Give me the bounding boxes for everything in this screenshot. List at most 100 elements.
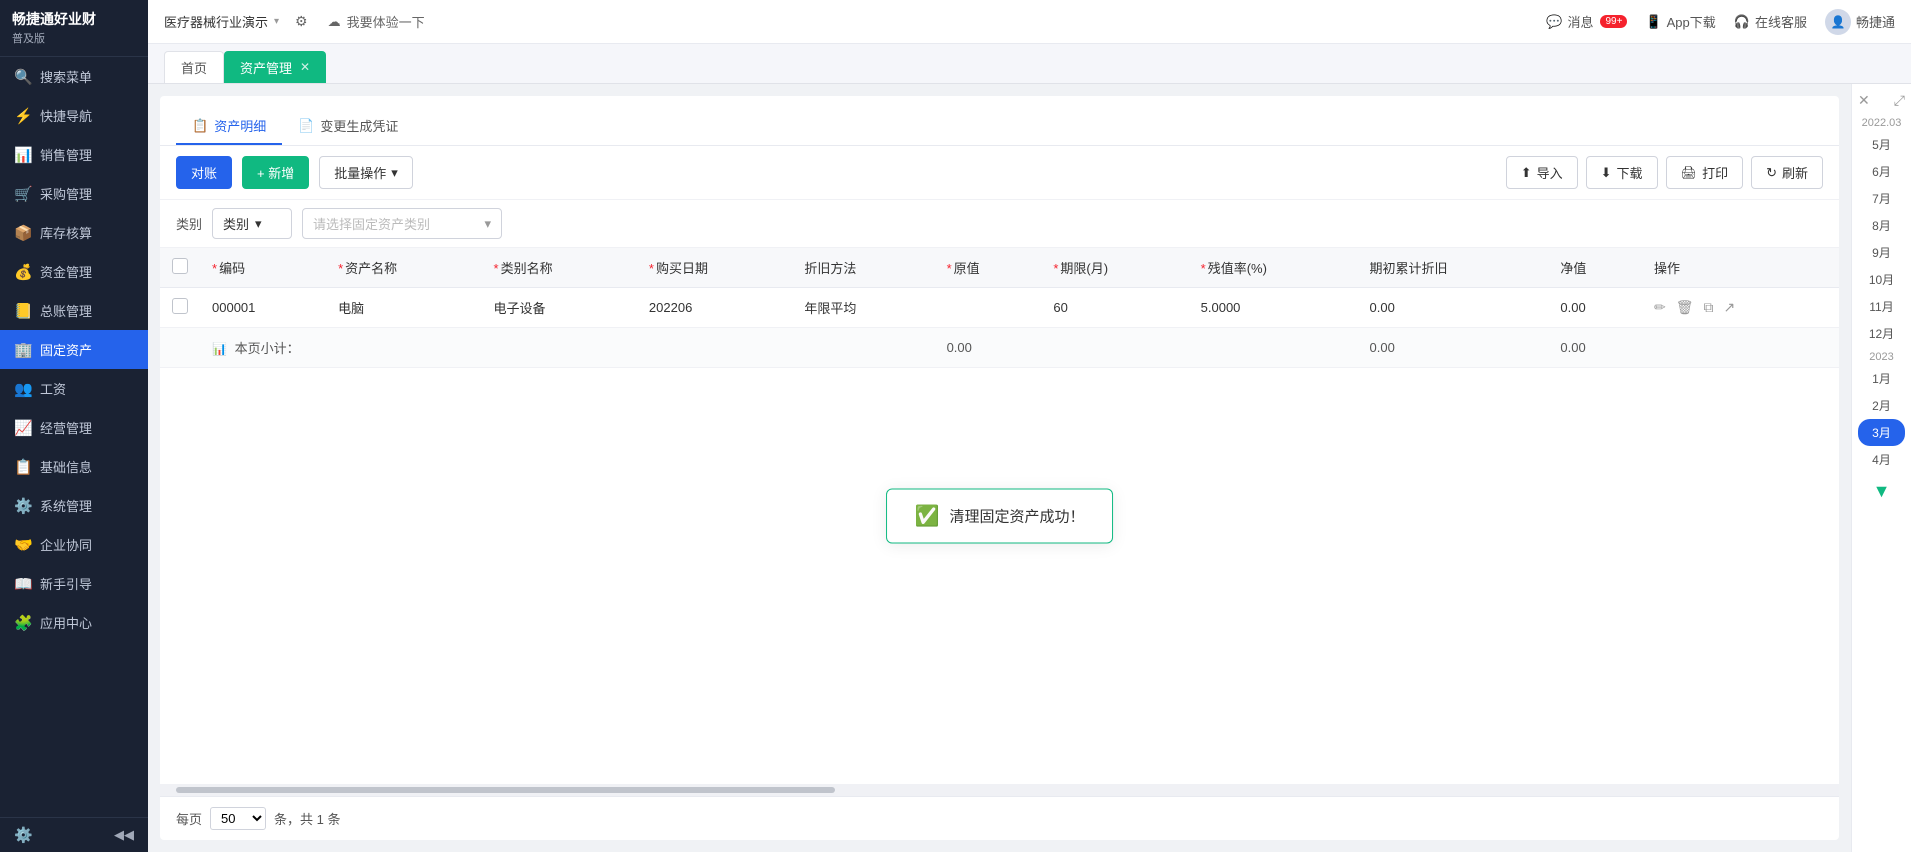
row-purchase-date: 202206 <box>637 288 792 328</box>
row-checkbox-cell[interactable] <box>160 288 200 328</box>
print-button[interactable]: 🖨 打印 <box>1666 156 1744 189</box>
table-hscroll[interactable] <box>160 784 1839 796</box>
month-7[interactable]: 7月 <box>1852 185 1911 212</box>
company-selector[interactable]: 医疗器械行业演示 ▾ <box>164 12 279 31</box>
sidebar-item-guide[interactable]: 📖 新手引导 <box>0 564 148 603</box>
sidebar-bottom: ⚙️ ◀◀ <box>0 817 148 852</box>
voucher-icon: 📄 <box>298 118 314 134</box>
right-sidebar-close-icon[interactable]: ✕ <box>1858 92 1870 109</box>
sidebar-item-inventory[interactable]: 📦 库存核算 <box>0 213 148 252</box>
tab-close-icon[interactable]: ✕ <box>300 60 310 74</box>
month-10[interactable]: 10月 <box>1852 266 1911 293</box>
sidebar-item-payroll[interactable]: 👥 工资 <box>0 369 148 408</box>
refresh-button[interactable]: ↻ 刷新 <box>1751 156 1823 189</box>
fixed-assets-icon: 🏢 <box>14 341 32 359</box>
sidebar-item-basic-info[interactable]: 📋 基础信息 <box>0 447 148 486</box>
month-11[interactable]: 11月 <box>1852 293 1911 320</box>
filter-row: 类别 类别 ▾ 请选择固定资产类别 ▾ <box>160 200 1839 248</box>
sidebar-nav: 🔍 搜索菜单 ⚡ 快捷导航 📊 销售管理 🛒 采购管理 📦 库存核算 💰 资金管… <box>0 57 148 817</box>
sidebar-item-ledger[interactable]: 📒 总账管理 <box>0 291 148 330</box>
category-search-input[interactable]: 请选择固定资产类别 ▾ <box>302 208 502 239</box>
select-all-checkbox[interactable] <box>172 258 188 274</box>
month-2023-4[interactable]: 4月 <box>1852 446 1911 473</box>
right-sidebar-expand-icon[interactable]: ⤢ <box>1894 92 1905 109</box>
month-2023-2[interactable]: 2月 <box>1852 392 1911 419</box>
scroll-down-icon[interactable]: ▼ <box>1873 481 1891 502</box>
online-service-button[interactable]: 🎧 在线客服 <box>1734 12 1807 31</box>
user-area[interactable]: 👤 畅捷通 <box>1825 9 1895 35</box>
table-hscroll-thumb[interactable] <box>176 787 835 793</box>
edit-icon[interactable]: ✏ <box>1654 299 1666 316</box>
row-net-value: 0.00 <box>1548 288 1642 328</box>
month-9[interactable]: 9月 <box>1852 239 1911 266</box>
month-8[interactable]: 8月 <box>1852 212 1911 239</box>
username-label: 畅捷通 <box>1856 12 1895 31</box>
page-size-select[interactable]: 50 100 200 <box>210 807 266 830</box>
settings-icon[interactable]: ⚙️ <box>14 826 33 844</box>
tab-home[interactable]: 首页 <box>164 51 224 83</box>
copy-icon[interactable]: ⧉ <box>1703 299 1713 316</box>
online-service-label: 在线客服 <box>1755 12 1807 31</box>
sidebar-item-operations[interactable]: 📈 经营管理 <box>0 408 148 447</box>
row-residual-rate: 5.0000 <box>1189 288 1358 328</box>
more-icon[interactable]: ↗ <box>1723 299 1735 316</box>
sidebar-item-search[interactable]: 🔍 搜索菜单 <box>0 57 148 96</box>
import-icon: ⬆ <box>1521 165 1532 181</box>
import-button[interactable]: ⬆ 导入 <box>1506 156 1578 189</box>
sidebar-item-quicknav[interactable]: ⚡ 快捷导航 <box>0 96 148 135</box>
asset-table: *编码 *资产名称 *类别名称 *购买日期 折旧方法 *原值 *期限(月) *残… <box>160 248 1839 368</box>
col-purchase-date: *购买日期 <box>637 248 792 288</box>
basic-info-icon: 📋 <box>14 458 32 476</box>
success-toast: ✅ 清理固定资产成功！ <box>886 489 1114 544</box>
sidebar-item-sales[interactable]: 📊 销售管理 <box>0 135 148 174</box>
delete-icon[interactable]: 🗑 <box>1676 299 1694 316</box>
search-icon: 🔍 <box>14 68 32 86</box>
col-period: *期限(月) <box>1041 248 1188 288</box>
tab-asset-management[interactable]: 资产管理 ✕ <box>224 51 326 83</box>
new-button[interactable]: + 新增 <box>242 156 309 189</box>
main-area: 医疗器械行业演示 ▾ ⚙ ☁ 我要体验一下 💬 消息 99+ 📱 App下载 🎧… <box>148 0 1911 852</box>
cloud-icon: ☁ <box>328 14 341 30</box>
subtotal-initial: 0.00 <box>1358 328 1549 368</box>
sidebar-item-purchase[interactable]: 🛒 采购管理 <box>0 174 148 213</box>
download-icon: ⬇ <box>1601 165 1612 181</box>
collapse-button[interactable]: ◀◀ <box>114 827 134 843</box>
toast-success-icon: ✅ <box>915 504 940 529</box>
category-label: 类别 <box>176 214 202 233</box>
import-label: 导入 <box>1537 163 1563 182</box>
download-button[interactable]: ⬇ 下载 <box>1586 156 1658 189</box>
sub-tab-voucher[interactable]: 📄 变更生成凭证 <box>282 108 414 145</box>
app-subtitle: 普及版 <box>12 30 45 46</box>
sidebar-item-enterprise[interactable]: 🤝 企业协同 <box>0 525 148 564</box>
sidebar-item-label: 基础信息 <box>40 457 92 476</box>
app-download-button[interactable]: 📱 App下载 <box>1645 12 1715 31</box>
category-type-select[interactable]: 类别 ▾ <box>212 208 292 239</box>
topbar-gear-icon[interactable]: ⚙ <box>295 13 308 30</box>
row-checkbox[interactable] <box>172 298 188 314</box>
category-type-value: 类别 <box>223 214 249 233</box>
appstore-icon: 🧩 <box>14 614 32 632</box>
batch-button[interactable]: 批量操作 ▾ <box>319 156 413 189</box>
experience-area[interactable]: ☁ 我要体验一下 <box>328 12 425 31</box>
month-6[interactable]: 6月 <box>1852 158 1911 185</box>
message-icon: 💬 <box>1546 14 1562 30</box>
month-12[interactable]: 12月 <box>1852 320 1911 347</box>
sub-tab-asset-detail[interactable]: 📋 资产明细 <box>176 108 282 145</box>
month-2023-3-current[interactable]: 3月 <box>1858 419 1905 446</box>
category-type-chevron-icon: ▾ <box>255 216 262 232</box>
reconcile-button[interactable]: 对账 <box>176 156 232 189</box>
sidebar-item-system[interactable]: ⚙️ 系统管理 <box>0 486 148 525</box>
table-header-row: *编码 *资产名称 *类别名称 *购买日期 折旧方法 *原值 *期限(月) *残… <box>160 248 1839 288</box>
sidebar-item-appstore[interactable]: 🧩 应用中心 <box>0 603 148 642</box>
sidebar-item-label: 销售管理 <box>40 145 92 164</box>
month-2023-1[interactable]: 1月 <box>1852 365 1911 392</box>
select-all-header[interactable] <box>160 248 200 288</box>
month-5[interactable]: 5月 <box>1852 131 1911 158</box>
sidebar-item-funds[interactable]: 💰 资金管理 <box>0 252 148 291</box>
sidebar-item-fixed-assets[interactable]: 🏢 固定资产 <box>0 330 148 369</box>
sidebar-bottom-nav: ▼ <box>1873 481 1891 502</box>
row-period: 60 <box>1041 288 1188 328</box>
message-button[interactable]: 💬 消息 99+ <box>1546 12 1627 31</box>
year-2023-label: 2023 <box>1869 351 1893 363</box>
download-label: 下载 <box>1617 163 1643 182</box>
